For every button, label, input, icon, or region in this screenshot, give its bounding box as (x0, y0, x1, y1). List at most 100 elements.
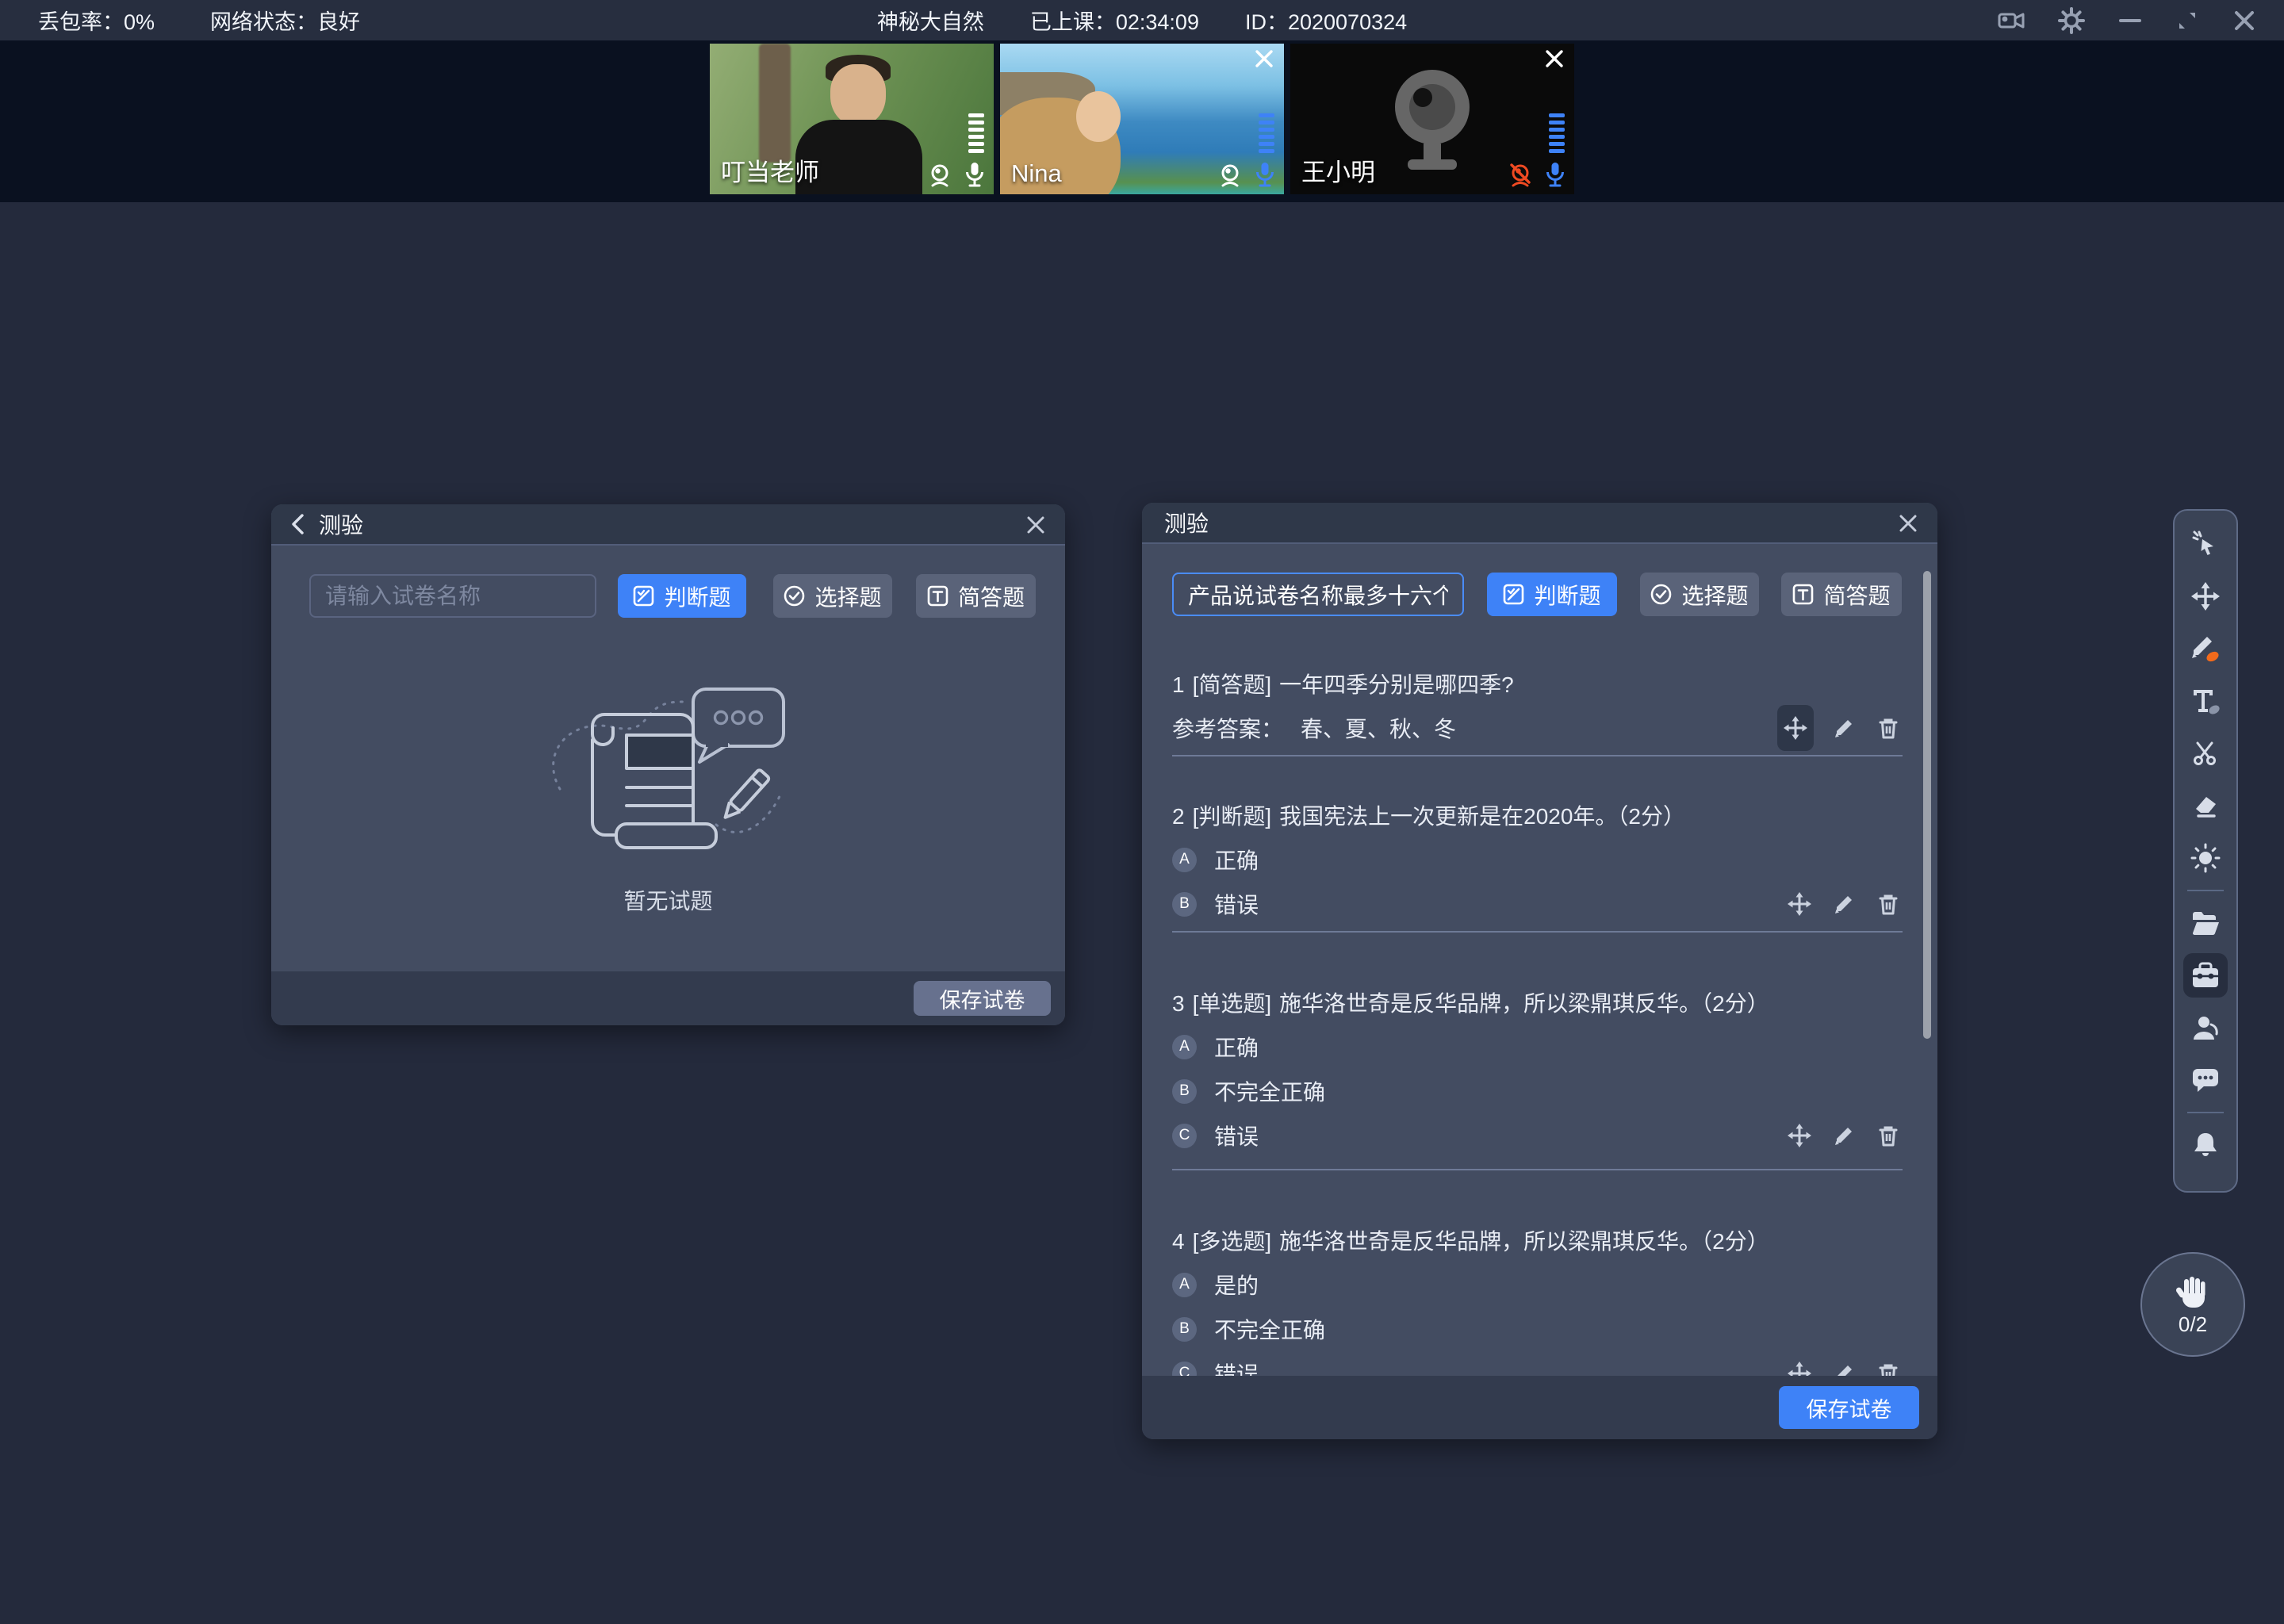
question-type: [多选题] (1192, 1229, 1272, 1254)
delete-question-icon[interactable] (1874, 890, 1903, 918)
add-shortanswer-button[interactable]: 简答题 (916, 574, 1036, 618)
option-badge: B (1172, 1078, 1197, 1104)
hand-count: 0/2 (2178, 1312, 2208, 1336)
move-question-icon[interactable] (1785, 1359, 1814, 1376)
toolbox-icon[interactable] (2183, 953, 2228, 998)
answer-row: 参考答案： 春、夏、秋、冬 (1172, 705, 1903, 751)
webcam-off-icon[interactable] (1508, 163, 1533, 188)
option-row: B 错误 (1172, 887, 1903, 921)
option-row: C 错误 (1172, 1356, 1903, 1376)
option-row: A 正确 (1172, 1029, 1903, 1064)
option-text: 正确 (1214, 1036, 1259, 1060)
edit-question-icon[interactable] (1830, 1121, 1858, 1150)
question-number: 2 (1172, 804, 1185, 829)
volume-meter (1549, 113, 1565, 153)
edit-question-icon[interactable] (1830, 714, 1858, 742)
move-question-icon[interactable] (1777, 705, 1814, 751)
quiz-panel-empty: 测验 判断题 选择题 简答题 (271, 504, 1065, 1025)
question-type: [判断题] (1192, 804, 1272, 829)
gear-icon[interactable] (2057, 6, 2086, 35)
question-number: 1 (1172, 672, 1185, 697)
add-shortanswer-button[interactable]: 简答题 (1781, 573, 1902, 616)
option-text: 是的 (1214, 1274, 1259, 1298)
members-icon[interactable] (2190, 1012, 2221, 1044)
close-icon[interactable] (1541, 45, 1568, 72)
mic-on-icon[interactable] (1544, 161, 1566, 188)
option-badge: A (1172, 1034, 1197, 1059)
close-icon[interactable] (1251, 45, 1278, 72)
move-tool-icon[interactable] (2190, 580, 2221, 612)
option-text: 错误 (1214, 893, 1259, 917)
add-choice-button[interactable]: 选择题 (773, 574, 892, 618)
video-tile-wangxiaoming[interactable]: 王小明 (1290, 44, 1574, 194)
add-truefalse-button[interactable]: 判断题 (1487, 573, 1617, 616)
option-row: B 不完全正确 (1172, 1312, 1903, 1346)
minimize-icon[interactable] (2117, 7, 2143, 34)
save-quiz-button[interactable]: 保存试卷 (1779, 1386, 1919, 1429)
quiz-name-input[interactable] (1172, 573, 1464, 616)
scrollbar-thumb[interactable] (1923, 571, 1931, 1039)
question-text: 施华洛世奇是反华品牌，所以梁鼎琪反华。（2分） (1279, 991, 1769, 1016)
edit-question-icon[interactable] (1830, 1359, 1858, 1376)
quiz-name-input[interactable] (309, 574, 596, 618)
close-icon[interactable] (2232, 8, 2257, 33)
question-list: 1 [简答题] 一年四季分别是哪四季? 参考答案： 春、夏、秋、冬 2 [判断题… (1172, 641, 1903, 1376)
volume-meter (968, 113, 984, 153)
chat-icon[interactable] (2190, 1064, 2221, 1096)
question-type: [简答题] (1192, 672, 1272, 697)
empty-text: 暂无试题 (623, 888, 713, 914)
panel-title: 测验 (319, 513, 364, 538)
edit-question-icon[interactable] (1830, 890, 1858, 918)
brightness-icon[interactable] (2190, 842, 2221, 874)
option-badge: C (1172, 1123, 1197, 1148)
option-text: 错误 (1214, 1124, 1259, 1149)
question-item: 4 [多选题] 施华洛世奇是反华品牌，所以梁鼎琪反华。（2分） A 是的 B 不完全… (1172, 1226, 1903, 1376)
pen-tool-icon[interactable] (2190, 633, 2221, 665)
video-strip: 叮当老师 Nina 王小明 (0, 40, 2284, 202)
delete-question-icon[interactable] (1874, 1121, 1903, 1150)
save-quiz-button[interactable]: 保存试卷 (914, 981, 1051, 1016)
mic-on-icon[interactable] (964, 161, 986, 188)
question-item: 3 [单选题] 施华洛世奇是反华品牌，所以梁鼎琪反华。（2分） A 正确 B 不完全… (1172, 988, 1903, 1170)
whiteboard-toolbar (2173, 509, 2238, 1193)
camera-icon[interactable] (1997, 7, 2025, 34)
raise-hand-button[interactable]: 0/2 (2140, 1252, 2245, 1357)
option-text: 错误 (1214, 1362, 1259, 1376)
close-icon[interactable] (1893, 508, 1923, 538)
option-text: 不完全正确 (1214, 1080, 1326, 1105)
volume-meter (1259, 113, 1274, 153)
courseware-folder-icon[interactable] (2190, 907, 2221, 939)
move-question-icon[interactable] (1785, 890, 1814, 918)
option-badge: A (1172, 847, 1197, 872)
eraser-icon[interactable] (2190, 790, 2221, 822)
text-tool-icon[interactable] (2190, 685, 2221, 717)
panel-title: 测验 (1164, 511, 1209, 536)
close-icon[interactable] (1021, 510, 1051, 540)
panel-footer: 保存试卷 (1142, 1376, 1937, 1439)
laser-pointer-icon[interactable] (2190, 528, 2221, 560)
option-row: A 是的 (1172, 1267, 1903, 1302)
add-choice-button[interactable]: 选择题 (1640, 573, 1759, 616)
question-text: 施华洛世奇是反华品牌，所以梁鼎琪反华。（2分） (1279, 1229, 1769, 1254)
delete-question-icon[interactable] (1874, 1359, 1903, 1376)
back-chevron-icon[interactable] (289, 512, 306, 536)
maximize-icon[interactable] (2175, 8, 2200, 33)
photo-background (759, 44, 791, 163)
move-question-icon[interactable] (1785, 1121, 1814, 1150)
webcam-on-icon[interactable] (927, 163, 952, 188)
room-id: ID：2020070324 (1244, 10, 1408, 34)
option-row: A 正确 (1172, 842, 1903, 877)
delete-question-icon[interactable] (1874, 714, 1903, 742)
network-status: 网络状态：良好 (210, 10, 361, 34)
question-number: 3 (1172, 991, 1185, 1016)
video-tile-nina[interactable]: Nina (1000, 44, 1284, 194)
video-tile-teacher[interactable]: 叮当老师 (710, 44, 994, 194)
option-row: C 错误 (1172, 1118, 1903, 1153)
divider (1172, 755, 1903, 756)
bell-icon[interactable] (2190, 1129, 2221, 1161)
mic-on-icon[interactable] (1254, 161, 1276, 188)
scissors-icon[interactable] (2190, 737, 2221, 769)
add-truefalse-button[interactable]: 判断题 (618, 574, 746, 618)
webcam-on-icon[interactable] (1217, 163, 1243, 188)
option-badge: A (1172, 1272, 1197, 1297)
